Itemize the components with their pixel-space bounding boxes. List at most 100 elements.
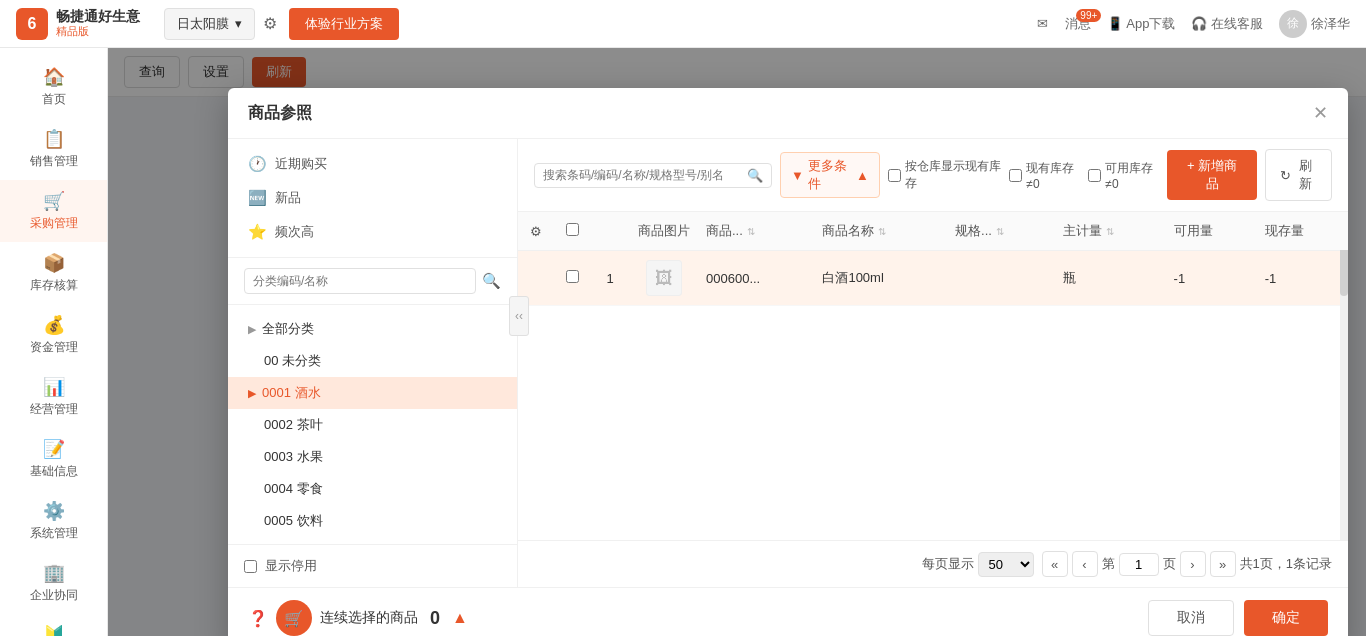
th-spec[interactable]: 规格... ⇅ bbox=[947, 212, 1055, 251]
online-service-btn[interactable]: 🎧 在线客服 bbox=[1191, 15, 1263, 33]
tab-new-label: 新品 bbox=[275, 189, 301, 207]
sidebar-label-sales: 销售管理 bbox=[30, 153, 78, 170]
tree-item-0004[interactable]: 0004 零食 bbox=[228, 473, 517, 505]
category-search-input[interactable] bbox=[244, 268, 476, 294]
page-prev-btn[interactable]: ‹ bbox=[1072, 551, 1098, 577]
modal-body: 🕐 近期购买 🆕 新品 ⭐ 频次高 bbox=[228, 139, 1348, 587]
sidebar-item-sales[interactable]: 📋 销售管理 bbox=[0, 118, 107, 180]
star-icon: ⭐ bbox=[248, 223, 267, 241]
panel-collapse-btn[interactable]: ‹‹ bbox=[509, 296, 529, 336]
tree-item-00[interactable]: 00 未分类 bbox=[228, 345, 517, 377]
th-settings[interactable]: ⚙ bbox=[518, 212, 554, 251]
tree-item-0003[interactable]: 0003 水果 bbox=[228, 441, 517, 473]
sidebar-label-basic: 基础信息 bbox=[30, 463, 78, 480]
store-name: 日太阳膜 bbox=[177, 15, 229, 33]
app-download-btn[interactable]: 📱 App下载 bbox=[1107, 15, 1175, 33]
refresh-btn[interactable]: ↻ 刷新 bbox=[1265, 149, 1332, 201]
th-usable-label: 可用量 bbox=[1174, 223, 1213, 238]
th-code-label: 商品... bbox=[706, 222, 743, 240]
modal-title: 商品参照 bbox=[248, 103, 312, 124]
show-disabled-label[interactable]: 显示停用 bbox=[265, 557, 317, 575]
row-checkbox[interactable] bbox=[566, 270, 579, 283]
avatar: 徐 bbox=[1279, 10, 1307, 38]
per-page-select[interactable]: 10 20 50 100 bbox=[978, 552, 1034, 577]
sidebar-item-system[interactable]: ⚙️ 系统管理 bbox=[0, 490, 107, 552]
sidebar-item-company[interactable]: 🏢 企业协同 bbox=[0, 552, 107, 614]
product-thumbnail: 🖼 bbox=[646, 260, 682, 296]
row-num: 1 bbox=[590, 251, 630, 306]
by-warehouse-label[interactable]: 按仓库显示现有库存 bbox=[905, 158, 1001, 192]
usable-neq0-checkbox[interactable] bbox=[1088, 169, 1101, 182]
tree-item-0001[interactable]: ▶ 0001 酒水 bbox=[228, 377, 517, 409]
sidebar-item-operation[interactable]: 📊 经营管理 bbox=[0, 366, 107, 428]
th-image: 商品图片 bbox=[630, 212, 698, 251]
gear-icon[interactable]: ⚙ bbox=[263, 14, 277, 33]
tree-item-0002[interactable]: 0002 茶叶 bbox=[228, 409, 517, 441]
more-filter-btn[interactable]: ▼ 更多条件 ▲ bbox=[780, 152, 880, 198]
th-spec-label: 规格... bbox=[955, 222, 992, 240]
select-all-checkbox[interactable] bbox=[566, 223, 579, 236]
table-row[interactable]: 1 🖼 000600... 白酒100ml 瓶 -1 -1 bbox=[518, 251, 1348, 306]
page-first-btn[interactable]: « bbox=[1042, 551, 1068, 577]
filter-icon: ▼ bbox=[791, 168, 804, 183]
code-sort[interactable]: 商品... ⇅ bbox=[706, 222, 806, 240]
messages-badge: 99+ bbox=[1076, 9, 1101, 22]
stock-neq0-label[interactable]: 现有库存≠0 bbox=[1026, 160, 1080, 191]
modal-footer: ❓ 🛒 连续选择的商品 0 ▲ 取消 确定 bbox=[228, 587, 1348, 636]
page-last-btn[interactable]: » bbox=[1210, 551, 1236, 577]
th-usable: 可用量 bbox=[1166, 212, 1257, 251]
cart-button[interactable]: 🛒 bbox=[276, 600, 312, 636]
sidebar-item-home[interactable]: 🏠 首页 bbox=[0, 56, 107, 118]
refresh-icon: ↻ bbox=[1280, 168, 1291, 183]
th-code[interactable]: 商品... ⇅ bbox=[698, 212, 814, 251]
sidebar-item-finance[interactable]: 💰 资金管理 bbox=[0, 304, 107, 366]
tab-frequent-label: 频次高 bbox=[275, 223, 314, 241]
tree-item-0008[interactable]: 0008 水 bbox=[228, 537, 517, 544]
category-search-icon[interactable]: 🔍 bbox=[482, 272, 501, 290]
category-tree: ▶ 全部分类 00 未分类 ▶ 0001 酒水 0002 茶叶 bbox=[228, 305, 517, 544]
left-tabs: 🕐 近期购买 🆕 新品 ⭐ 频次高 bbox=[228, 139, 517, 258]
new-icon: 🆕 bbox=[248, 189, 267, 207]
name-sort[interactable]: 商品名称 ⇅ bbox=[822, 222, 939, 240]
help-icon[interactable]: ❓ bbox=[248, 609, 268, 628]
cancel-button[interactable]: 取消 bbox=[1148, 600, 1234, 636]
footer-left: ❓ 🛒 连续选择的商品 0 ▲ bbox=[248, 600, 468, 636]
tree-item-all[interactable]: ▶ 全部分类 bbox=[228, 313, 517, 345]
page-next-btn[interactable]: › bbox=[1180, 551, 1206, 577]
page-input[interactable] bbox=[1119, 553, 1159, 576]
th-name[interactable]: 商品名称 ⇅ bbox=[814, 212, 947, 251]
sidebar-item-basic[interactable]: 📝 基础信息 bbox=[0, 428, 107, 490]
store-selector[interactable]: 日太阳膜 ▾ bbox=[164, 8, 255, 40]
cart-count: 0 bbox=[430, 608, 440, 629]
tree-item-0005[interactable]: 0005 饮料 bbox=[228, 505, 517, 537]
sidebar-item-inventory[interactable]: 📦 库存核算 bbox=[0, 242, 107, 304]
product-search-icon[interactable]: 🔍 bbox=[747, 168, 763, 183]
sidebar-item-purchase[interactable]: 🛒 采购管理 bbox=[0, 180, 107, 242]
trial-button[interactable]: 体验行业方案 bbox=[289, 8, 399, 40]
sort-icon-spec: ⇅ bbox=[996, 226, 1004, 237]
th-unit[interactable]: 主计量 ⇅ bbox=[1055, 212, 1166, 251]
active-arrow-icon: ▶ bbox=[248, 387, 256, 400]
messages-btn[interactable]: ✉ 99+ 消息 bbox=[1037, 15, 1092, 33]
sidebar-item-guide[interactable]: 🔰 新手引导 bbox=[0, 614, 107, 636]
tab-frequent[interactable]: ⭐ 频次高 bbox=[228, 215, 517, 249]
table-scrollbar[interactable] bbox=[1340, 212, 1348, 540]
stock-neq0-checkbox[interactable] bbox=[1009, 169, 1022, 182]
confirm-button[interactable]: 确定 bbox=[1244, 600, 1328, 636]
user-menu[interactable]: 徐 徐泽华 bbox=[1279, 10, 1350, 38]
logo-area: 6 畅捷通好生意 精品版 bbox=[16, 8, 140, 40]
by-warehouse-checkbox[interactable] bbox=[888, 169, 901, 182]
modal-close-button[interactable]: ✕ bbox=[1313, 102, 1328, 124]
tab-recent[interactable]: 🕐 近期购买 bbox=[228, 147, 517, 181]
collapse-footer-btn[interactable]: ▲ bbox=[452, 609, 468, 627]
home-icon: 🏠 bbox=[43, 66, 65, 88]
tree-label-all: 全部分类 bbox=[262, 320, 314, 338]
unit-sort[interactable]: 主计量 ⇅ bbox=[1063, 222, 1158, 240]
sidebar-label-company: 企业协同 bbox=[30, 587, 78, 604]
add-product-btn[interactable]: + 新增商品 bbox=[1167, 150, 1256, 200]
spec-sort[interactable]: 规格... ⇅ bbox=[955, 222, 1047, 240]
show-disabled-checkbox[interactable] bbox=[244, 560, 257, 573]
tab-new[interactable]: 🆕 新品 bbox=[228, 181, 517, 215]
usable-neq0-label[interactable]: 可用库存≠0 bbox=[1105, 160, 1159, 191]
product-search-input[interactable] bbox=[543, 168, 743, 182]
